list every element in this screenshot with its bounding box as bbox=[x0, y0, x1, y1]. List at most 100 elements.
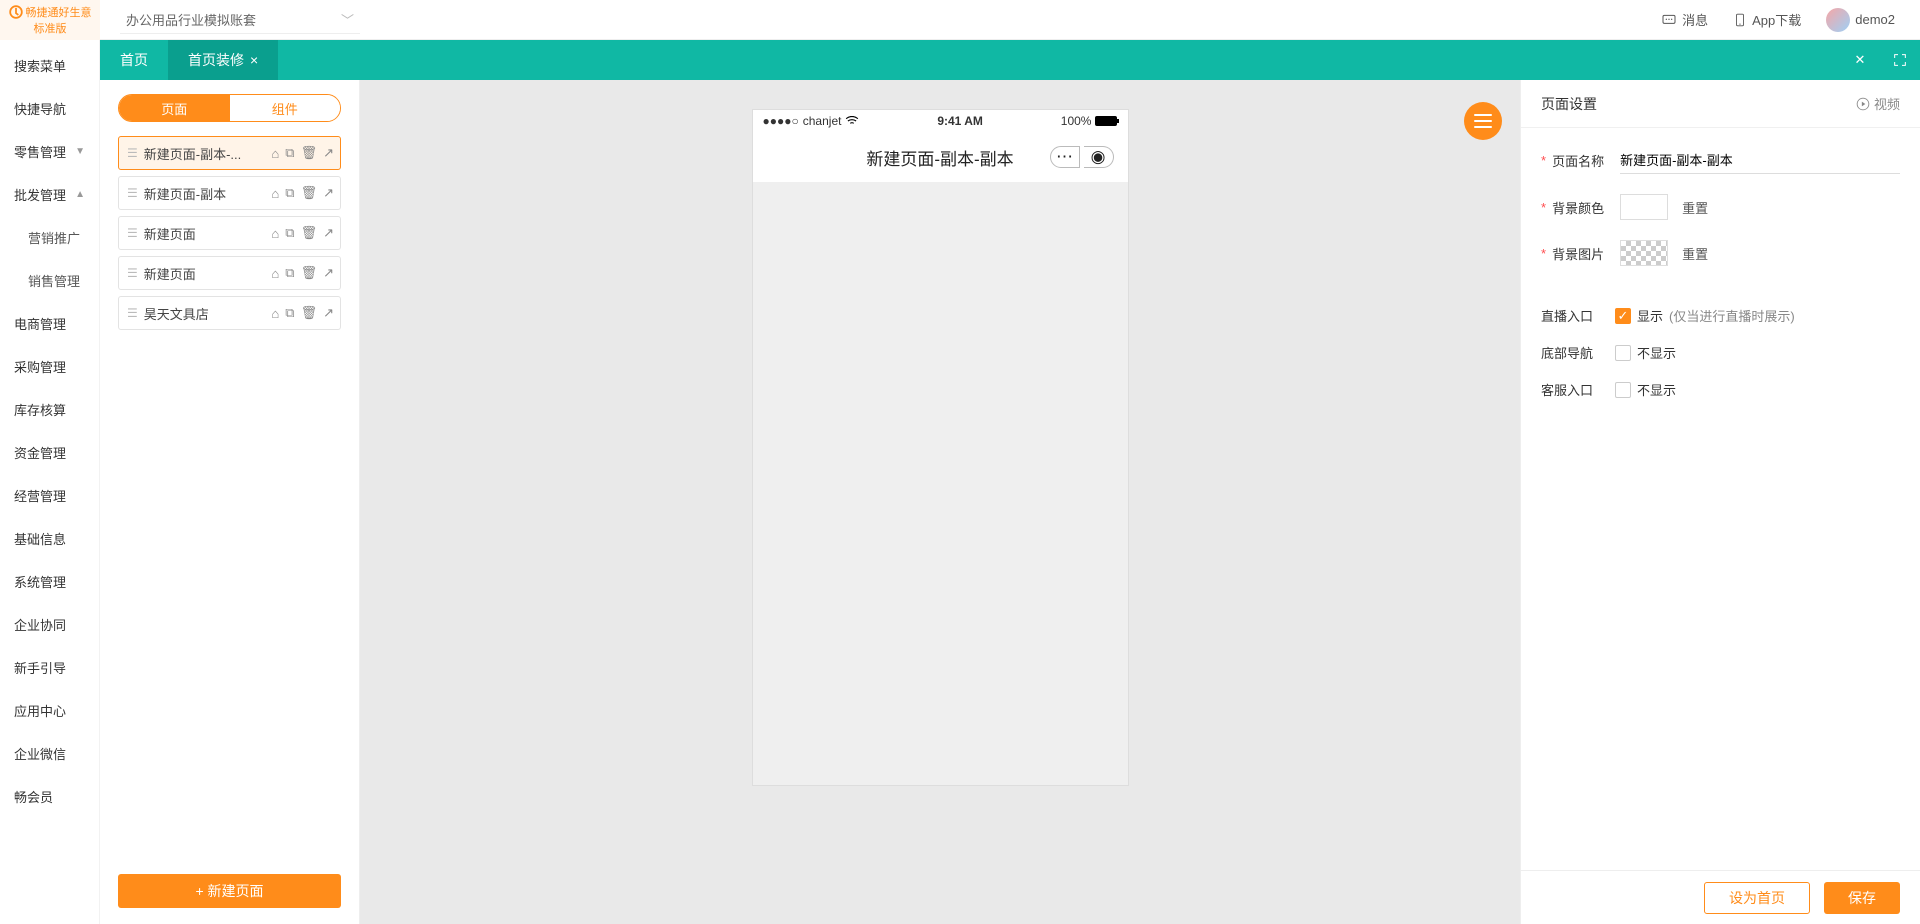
drag-icon[interactable]: ☰ bbox=[127, 306, 138, 320]
nav-collab[interactable]: 企业协同 bbox=[0, 603, 99, 646]
signal-icon: ●●●●○ bbox=[763, 114, 799, 128]
ptab-page[interactable]: 页面 bbox=[119, 95, 230, 121]
video-help-link[interactable]: 视频 bbox=[1856, 94, 1900, 113]
tabstrip-fullscreen[interactable] bbox=[1880, 40, 1920, 80]
settings-title: 页面设置 bbox=[1541, 94, 1597, 114]
nav-wholesale[interactable]: 批发管理▲ bbox=[0, 173, 99, 216]
nav-quick-nav[interactable]: 快捷导航 bbox=[0, 87, 99, 130]
app-download-link[interactable]: App下载 bbox=[1733, 10, 1801, 29]
share-icon[interactable]: ↗ bbox=[323, 305, 334, 321]
phone-header: 新建页面-副本-副本 ⋯ ◉ bbox=[753, 132, 1128, 182]
page-list: ☰ 新建页面-副本-... ⌂ ⧉ 🗑 ↗ ☰ 新建页面-副本 ⌂ ⧉ bbox=[100, 136, 359, 862]
chevron-down-icon: ﹀ bbox=[341, 10, 354, 29]
delete-icon[interactable]: 🗑 bbox=[301, 185, 318, 201]
close-icon[interactable]: × bbox=[250, 52, 258, 68]
drag-icon[interactable]: ☰ bbox=[127, 266, 138, 280]
share-icon[interactable]: ↗ bbox=[323, 145, 334, 161]
ledger-selector[interactable]: 办公用品行业模拟账套 ﹀ bbox=[120, 6, 360, 34]
ptab-component[interactable]: 组件 bbox=[230, 95, 341, 121]
nav-wecom[interactable]: 企业微信 bbox=[0, 732, 99, 775]
field-bottom-nav: 底部导航 不显示 bbox=[1541, 343, 1900, 362]
new-page-button[interactable]: + 新建页面 bbox=[118, 874, 341, 908]
save-button[interactable]: 保存 bbox=[1824, 882, 1900, 914]
messages-link[interactable]: 消息 bbox=[1661, 10, 1708, 29]
drag-icon[interactable]: ☰ bbox=[127, 186, 138, 200]
home-icon[interactable]: ⌂ bbox=[271, 146, 279, 161]
share-icon[interactable]: ↗ bbox=[323, 185, 334, 201]
nav-operation[interactable]: 经营管理 bbox=[0, 474, 99, 517]
set-home-button[interactable]: 设为首页 bbox=[1704, 882, 1810, 914]
wifi-icon bbox=[845, 116, 859, 126]
nav-member[interactable]: 畅会员 bbox=[0, 775, 99, 818]
tabstrip-close[interactable]: ✕ bbox=[1840, 40, 1880, 80]
miniapp-close-icon[interactable]: ◉ bbox=[1084, 146, 1114, 168]
field-bg-image: *背景图片 重置 bbox=[1541, 240, 1900, 266]
drag-icon[interactable]: ☰ bbox=[127, 146, 138, 160]
copy-icon[interactable]: ⧉ bbox=[285, 225, 294, 241]
phone-body[interactable] bbox=[753, 182, 1128, 785]
phone-preview: ●●●●○ chanjet 9:41 AM 100% bbox=[753, 110, 1128, 785]
cs-entry-checkbox[interactable] bbox=[1615, 382, 1631, 398]
home-icon[interactable]: ⌂ bbox=[271, 266, 279, 281]
nav-retail[interactable]: 零售管理▼ bbox=[0, 130, 99, 173]
components-drawer-toggle[interactable] bbox=[1464, 102, 1502, 140]
home-icon[interactable]: ⌂ bbox=[271, 306, 279, 321]
caret-down-icon: ▼ bbox=[75, 146, 85, 157]
play-icon bbox=[1856, 97, 1870, 111]
page-name: 新建页面 bbox=[144, 264, 266, 283]
tab-decorate[interactable]: 首页装修× bbox=[168, 40, 278, 80]
copy-icon[interactable]: ⧉ bbox=[285, 265, 294, 281]
page-name-input[interactable] bbox=[1620, 146, 1900, 174]
home-icon[interactable]: ⌂ bbox=[271, 186, 279, 201]
battery-icon bbox=[1095, 116, 1117, 126]
brand-name: 畅捷通好生意 bbox=[26, 4, 92, 20]
bg-color-swatch[interactable] bbox=[1620, 194, 1668, 220]
delete-icon[interactable]: 🗑 bbox=[301, 145, 318, 161]
nav-onboard[interactable]: 新手引导 bbox=[0, 646, 99, 689]
page-name: 新建页面-副本-... bbox=[144, 144, 266, 163]
user-menu[interactable]: demo2 bbox=[1826, 8, 1895, 32]
drag-icon[interactable]: ☰ bbox=[127, 226, 138, 240]
battery-pct: 100% bbox=[1061, 114, 1092, 128]
copy-icon[interactable]: ⧉ bbox=[285, 185, 294, 201]
settings-panel: 页面设置 视频 *页面名称 *背景颜色 bbox=[1520, 80, 1920, 924]
page-row[interactable]: ☰ 新建页面-副本 ⌂ ⧉ 🗑 ↗ bbox=[118, 176, 341, 210]
nav-search-menu[interactable]: 搜索菜单 bbox=[0, 44, 99, 87]
page-row[interactable]: ☰ 新建页面 ⌂ ⧉ 🗑 ↗ bbox=[118, 256, 341, 290]
page-row[interactable]: ☰ 新建页面-副本-... ⌂ ⧉ 🗑 ↗ bbox=[118, 136, 341, 170]
phone-statusbar: ●●●●○ chanjet 9:41 AM 100% bbox=[753, 110, 1128, 132]
copy-icon[interactable]: ⧉ bbox=[285, 145, 294, 161]
live-entry-checkbox[interactable]: ✓ bbox=[1615, 308, 1631, 324]
nav-inventory[interactable]: 库存核算 bbox=[0, 388, 99, 431]
canvas-area: ●●●●○ chanjet 9:41 AM 100% bbox=[360, 80, 1520, 924]
home-icon[interactable]: ⌂ bbox=[271, 226, 279, 241]
share-icon[interactable]: ↗ bbox=[323, 265, 334, 281]
page-name: 新建页面-副本 bbox=[144, 184, 266, 203]
page-row[interactable]: ☰ 新建页面 ⌂ ⧉ 🗑 ↗ bbox=[118, 216, 341, 250]
miniapp-menu-icon[interactable]: ⋯ bbox=[1050, 146, 1080, 168]
nav-basic-info[interactable]: 基础信息 bbox=[0, 517, 99, 560]
bottom-nav-checkbox[interactable] bbox=[1615, 345, 1631, 361]
bg-color-reset[interactable]: 重置 bbox=[1682, 198, 1708, 217]
page-component-toggle: 页面 组件 bbox=[118, 94, 341, 122]
brand-icon bbox=[9, 5, 23, 19]
nav-purchase[interactable]: 采购管理 bbox=[0, 345, 99, 388]
tab-home[interactable]: 首页 bbox=[100, 40, 168, 80]
nav-system[interactable]: 系统管理 bbox=[0, 560, 99, 603]
nav-ecommerce[interactable]: 电商管理 bbox=[0, 302, 99, 345]
delete-icon[interactable]: 🗑 bbox=[301, 265, 318, 281]
delete-icon[interactable]: 🗑 bbox=[301, 305, 318, 321]
copy-icon[interactable]: ⧉ bbox=[285, 305, 294, 321]
delete-icon[interactable]: 🗑 bbox=[301, 225, 318, 241]
field-live-entry: 直播入口 ✓ 显示 (仅当进行直播时展示) bbox=[1541, 306, 1900, 325]
nav-marketing[interactable]: 营销推广 bbox=[0, 216, 99, 259]
page-row[interactable]: ☰ 昊天文具店 ⌂ ⧉ 🗑 ↗ bbox=[118, 296, 341, 330]
bg-image-swatch[interactable] bbox=[1620, 240, 1668, 266]
page-name: 昊天文具店 bbox=[144, 304, 266, 323]
nav-funds[interactable]: 资金管理 bbox=[0, 431, 99, 474]
share-icon[interactable]: ↗ bbox=[323, 225, 334, 241]
phone-title: 新建页面-副本-副本 bbox=[866, 145, 1013, 170]
bg-image-reset[interactable]: 重置 bbox=[1682, 244, 1708, 263]
nav-app-center[interactable]: 应用中心 bbox=[0, 689, 99, 732]
nav-sales[interactable]: 销售管理 bbox=[0, 259, 99, 302]
